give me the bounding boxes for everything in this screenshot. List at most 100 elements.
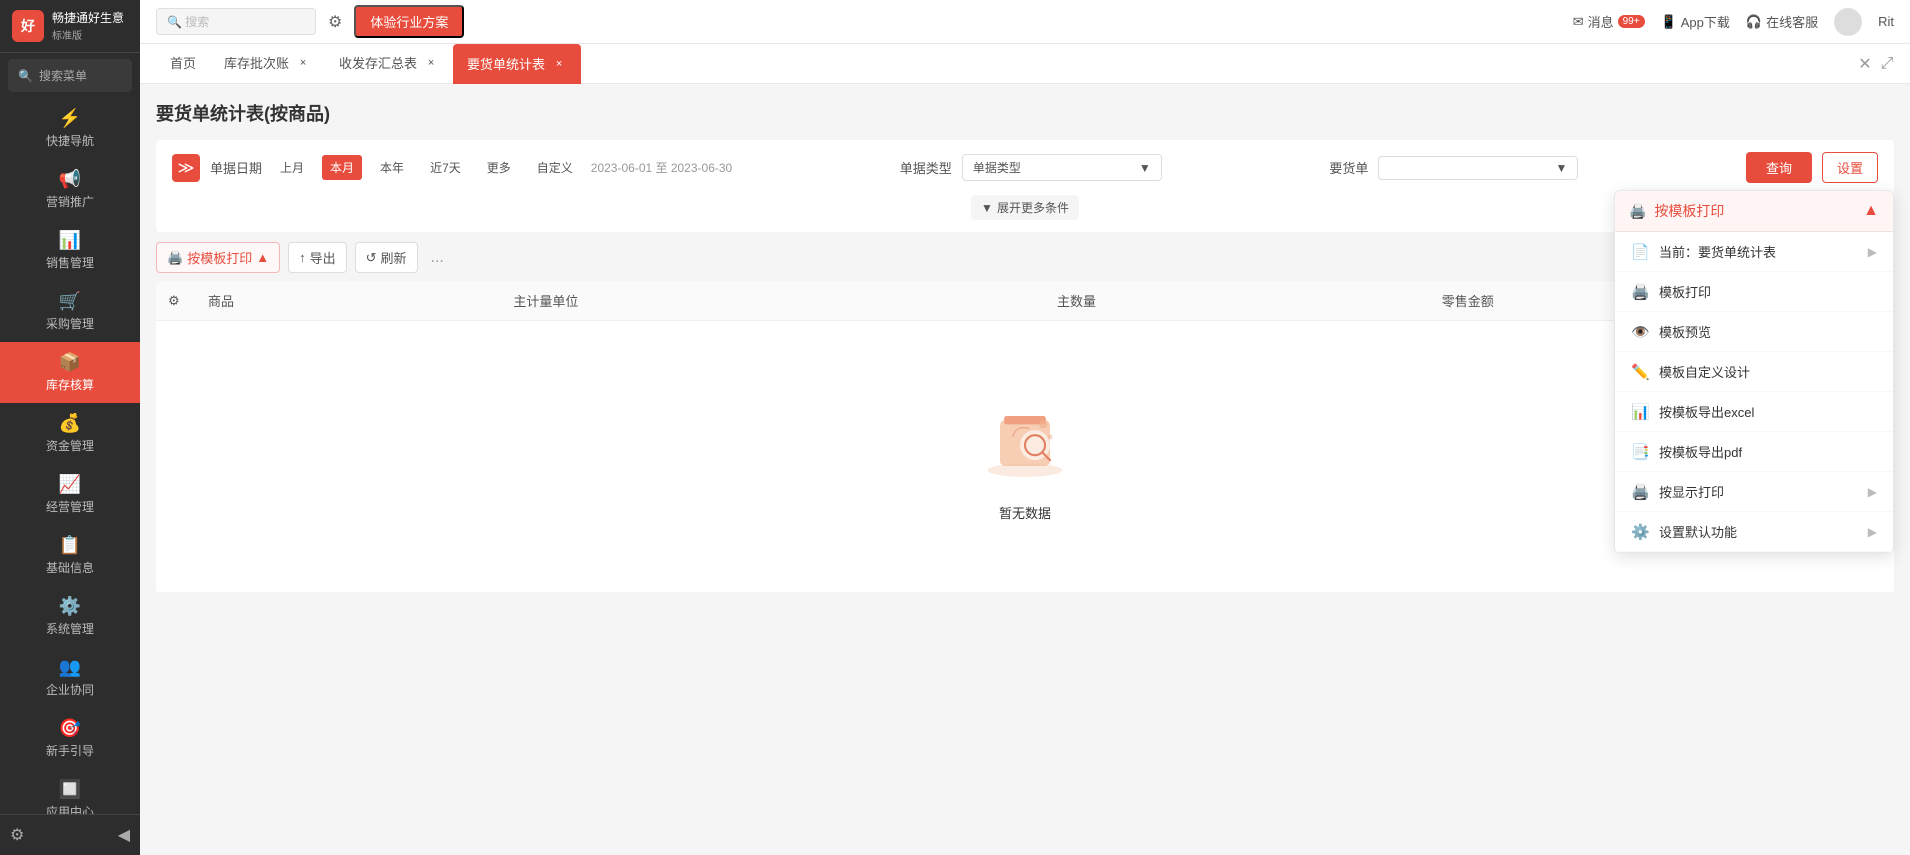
username-label: Rit <box>1878 14 1894 29</box>
settings-btn[interactable]: 设置 <box>1822 152 1878 183</box>
dropdown-export-pdf-label: 按模板导出pdf <box>1659 442 1742 461</box>
settings-bottom-icon[interactable]: ⚙ <box>10 825 24 845</box>
goods-filter-select[interactable]: ▼ <box>1378 156 1578 180</box>
export-btn[interactable]: ↑ 导出 <box>288 242 347 273</box>
more-options-btn[interactable]: ... <box>426 244 449 272</box>
expand-more-btn[interactable]: ▼ 展开更多条件 <box>971 195 1079 220</box>
sidebar-item-quick-nav[interactable]: ⚡ 快捷导航 <box>0 98 140 159</box>
dropdown-current-chevron: ▶ <box>1868 245 1877 259</box>
topbar-search-icon: 🔍 <box>167 15 182 29</box>
tab-collection-summary[interactable]: 收发存汇总表 × <box>325 44 453 84</box>
sidebar-item-label: 系统管理 <box>46 620 94 637</box>
online-service-btn[interactable]: 🎧 在线客服 <box>1746 12 1818 31</box>
app-logo: 好 畅捷通好生意 标准版 <box>0 0 140 53</box>
template-print-chevron-up: ▲ <box>256 250 269 265</box>
app-download-label: App下载 <box>1681 12 1730 31</box>
dropdown-item-display-print[interactable]: 🖨️ 按显示打印 ▶ <box>1615 472 1893 512</box>
dropdown-template-print-label: 模板打印 <box>1659 282 1711 301</box>
dropdown-close-chevron[interactable]: ▲ <box>1863 202 1879 220</box>
dropdown-printer-icon: 🖨️ <box>1629 203 1646 220</box>
app-download-btn[interactable]: 📱 App下载 <box>1661 12 1730 31</box>
template-print-btn[interactable]: 🖨️ 按模板打印 ▲ <box>156 242 280 273</box>
sidebar-nav: ⚡ 快捷导航 📢 营销推广 📊 销售管理 🛒 采购管理 📦 库存核算 💰 资金管… <box>0 98 140 814</box>
tab-inventory-batch-close[interactable]: × <box>295 55 311 71</box>
date-btn-custom[interactable]: 自定义 <box>529 155 581 180</box>
table-settings-icon[interactable]: ⚙ <box>168 293 180 308</box>
inventory-icon: 📦 <box>59 352 81 373</box>
tab-inventory-batch[interactable]: 库存批次账 × <box>210 44 325 84</box>
sidebar-item-inventory[interactable]: 📦 库存核算 <box>0 342 140 403</box>
query-btn[interactable]: 查询 <box>1746 152 1812 183</box>
user-avatar[interactable] <box>1834 8 1862 36</box>
dropdown-template-preview-icon: 👁️ <box>1631 323 1649 341</box>
tab-collection-summary-close[interactable]: × <box>423 55 439 71</box>
dropdown-item-template-preview[interactable]: 👁️ 模板预览 <box>1615 312 1893 352</box>
col-quantity: 主数量 <box>1045 281 1430 321</box>
window-close-btn[interactable]: ✕ <box>1858 57 1872 71</box>
type-filter-select[interactable]: 单据类型 ▼ <box>962 154 1162 181</box>
topbar-actions: ✉ 消息 99+ 📱 App下载 🎧 在线客服 Rit <box>1573 8 1894 36</box>
topbar-search-box[interactable]: 🔍 搜索 <box>156 8 316 35</box>
sidebar-item-label: 基础信息 <box>46 559 94 576</box>
dropdown-item-template-print[interactable]: 🖨️ 模板打印 <box>1615 272 1893 312</box>
date-btn-this-month[interactable]: 本月 <box>322 155 362 180</box>
sidebar-item-purchase[interactable]: 🛒 采购管理 <box>0 281 140 342</box>
dropdown-menu: 🖨️ 按模板打印 ▲ 📄 当前：要货单统计表 ▶ 🖨️ 模板打印 👁️ 模板预览 <box>1614 190 1894 553</box>
basics-icon: 📋 <box>59 535 81 556</box>
page-title: 要货单统计表(按商品) <box>156 100 1894 126</box>
message-icon: ✉ <box>1573 14 1584 30</box>
dropdown-item-current[interactable]: 📄 当前：要货单统计表 ▶ <box>1615 232 1893 272</box>
empty-illustration <box>975 391 1075 491</box>
tab-bar: 首页 库存批次账 × 收发存汇总表 × 要货单统计表 × ✕ ⤢ <box>140 44 1910 84</box>
dropdown-item-export-excel[interactable]: 📊 按模板导出excel <box>1615 392 1893 432</box>
sidebar-item-label: 销售管理 <box>46 254 94 271</box>
sidebar-item-sales[interactable]: 📊 销售管理 <box>0 220 140 281</box>
sidebar-item-basics[interactable]: 📋 基础信息 <box>0 525 140 586</box>
printer-icon: 🖨️ <box>167 250 183 266</box>
dropdown-set-default-chevron: ▶ <box>1868 525 1877 539</box>
sidebar-item-label: 快捷导航 <box>46 132 94 149</box>
dropdown-current-label: 当前：要货单统计表 <box>1659 242 1776 261</box>
topbar-search-placeholder: 搜索 <box>185 13 209 30</box>
topbar-gear-icon[interactable]: ⚙ <box>328 12 342 32</box>
dropdown-item-export-pdf[interactable]: 📑 按模板导出pdf <box>1615 432 1893 472</box>
window-buttons: ✕ ⤢ <box>1858 57 1894 71</box>
sidebar-item-guide[interactable]: 🎯 新手引导 <box>0 708 140 769</box>
date-btn-more[interactable]: 更多 <box>479 155 519 180</box>
tab-order-summary[interactable]: 要货单统计表 × <box>453 44 581 84</box>
date-btn-this-year[interactable]: 本年 <box>372 155 412 180</box>
trial-btn[interactable]: 体验行业方案 <box>354 5 464 38</box>
app-name: 畅捷通好生意 <box>52 10 124 27</box>
window-maximize-btn[interactable]: ⤢ <box>1880 57 1894 71</box>
appstore-icon: 🔲 <box>59 779 81 800</box>
dropdown-item-template-custom[interactable]: ✏️ 模板自定义设计 <box>1615 352 1893 392</box>
sidebar-item-marketing[interactable]: 📢 营销推广 <box>0 159 140 220</box>
sidebar-item-collab[interactable]: 👥 企业协同 <box>0 647 140 708</box>
sidebar-item-operations[interactable]: 📈 经营管理 <box>0 464 140 525</box>
sidebar-item-label: 营销推广 <box>46 193 94 210</box>
messages-btn[interactable]: ✉ 消息 99+ <box>1573 12 1645 31</box>
dropdown-export-excel-icon: 📊 <box>1631 403 1649 421</box>
template-print-label: 按模板打印 <box>187 248 252 267</box>
tab-home[interactable]: 首页 <box>156 44 210 84</box>
guide-icon: 🎯 <box>59 718 81 739</box>
refresh-btn[interactable]: ↺ 刷新 <box>355 242 418 273</box>
dropdown-template-print-icon: 🖨️ <box>1631 283 1649 301</box>
tab-order-summary-label: 要货单统计表 <box>467 54 545 73</box>
sidebar-item-appstore[interactable]: 🔲 应用中心 <box>0 769 140 814</box>
date-btn-prev-month[interactable]: 上月 <box>272 155 312 180</box>
phone-icon: 📱 <box>1661 14 1677 30</box>
sidebar-item-finance[interactable]: 💰 资金管理 <box>0 403 140 464</box>
quick-nav-icon: ⚡ <box>59 108 81 129</box>
sidebar-item-system[interactable]: ⚙️ 系统管理 <box>0 586 140 647</box>
date-btn-last-7-days[interactable]: 近7天 <box>422 155 469 180</box>
collapse-icon[interactable]: ◀ <box>118 825 130 845</box>
headset-icon: 🎧 <box>1746 14 1762 30</box>
filter-expand-icon[interactable]: ≫ <box>172 154 200 182</box>
dropdown-item-set-default[interactable]: ⚙️ 设置默认功能 ▶ <box>1615 512 1893 552</box>
date-filter-label: 单据日期 <box>210 158 262 177</box>
tab-order-summary-close[interactable]: × <box>551 56 567 72</box>
col-goods: 商品 <box>196 281 501 321</box>
search-menu[interactable]: 🔍 搜索菜单 <box>8 59 132 92</box>
sidebar-item-label: 采购管理 <box>46 315 94 332</box>
